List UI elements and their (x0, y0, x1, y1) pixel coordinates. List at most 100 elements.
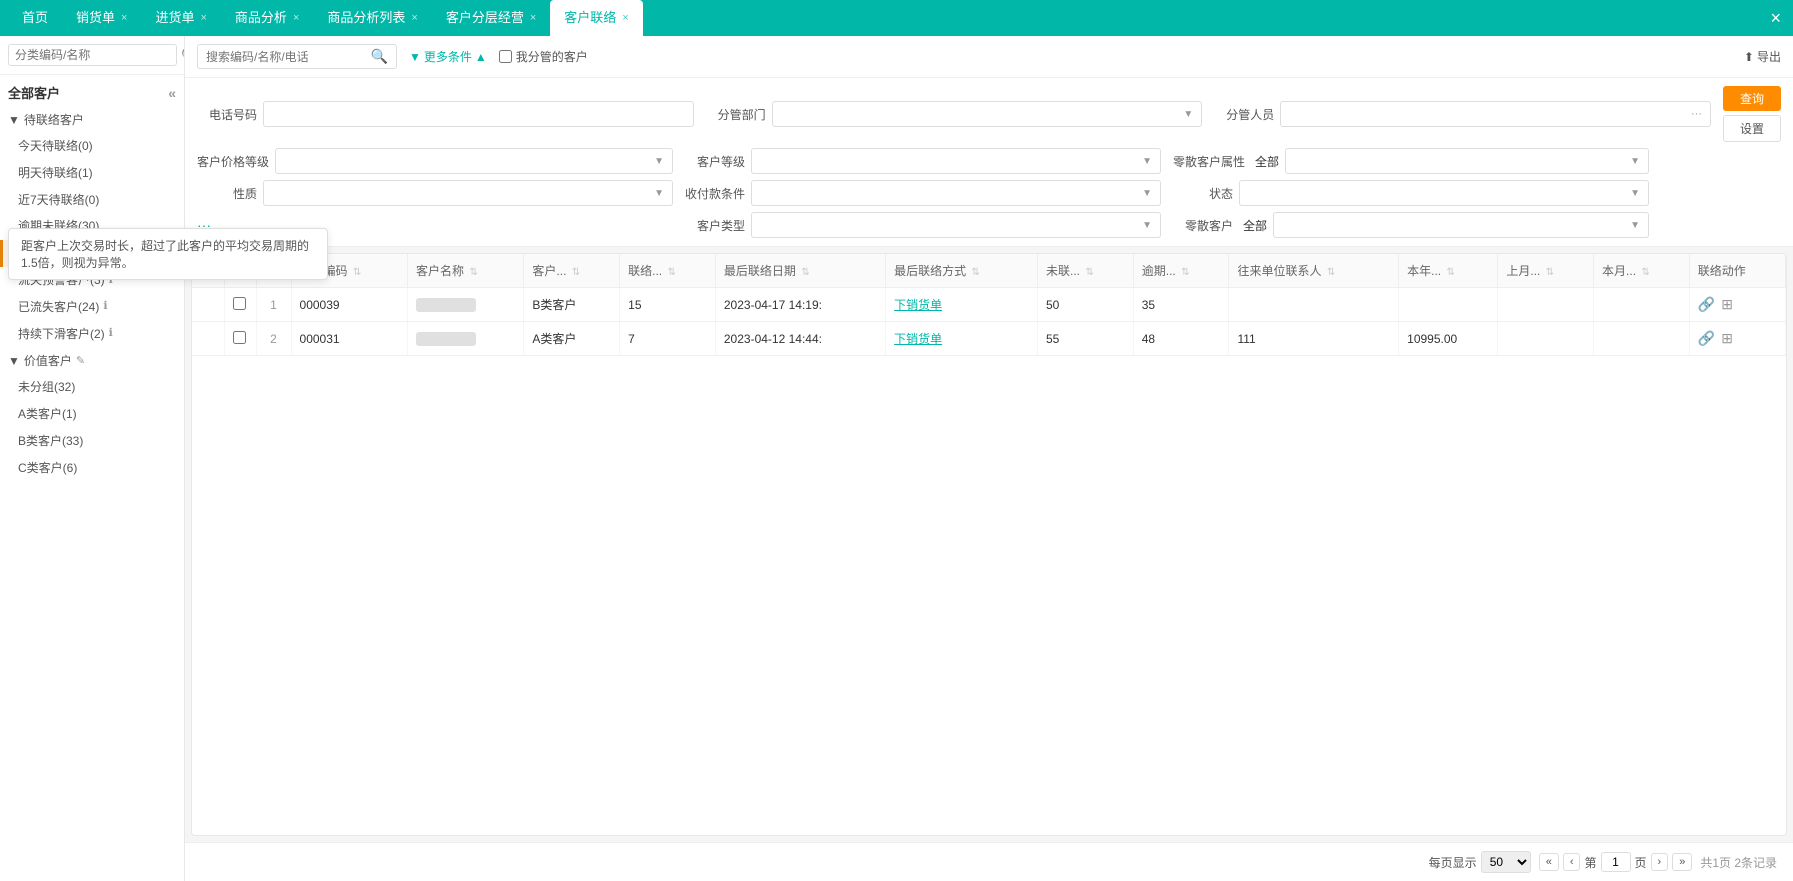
row1-name-blurred (416, 298, 476, 312)
year-sort-icon: ⇅ (1446, 267, 1454, 278)
row1-last-date: 2023-04-17 14:19: (715, 288, 885, 322)
row1-action-link-icon[interactable]: 🔗 (1698, 296, 1715, 313)
manager-select[interactable]: ··· (1280, 101, 1711, 127)
row2-actions: 🔗 ⊞ (1689, 322, 1785, 356)
row2-checkbox (224, 322, 256, 356)
price-tier-select[interactable]: ▼ (275, 148, 673, 174)
export-label: 导出 (1757, 48, 1781, 65)
sidebar-item-tomorrow-pending[interactable]: 明天待联络(1) (0, 160, 184, 187)
sidebar-item-churned[interactable]: 已流失客户(24) ℹ (0, 294, 184, 321)
tab-sales-label: 销货单 (76, 0, 115, 36)
tab-sales-close[interactable]: × (121, 0, 127, 36)
close-all-tabs-button[interactable]: × (1770, 8, 1781, 29)
tab-customer-contact[interactable]: 客户联络 × (550, 0, 642, 36)
row2-last-way-link[interactable]: 下销货单 (894, 332, 942, 346)
sidebar-item-c-class[interactable]: C类客户(6) (0, 455, 184, 482)
prev-page-button[interactable]: ‹ (1563, 853, 1581, 871)
sidebar-item-declining[interactable]: 持续下滑客户(2) ℹ (0, 321, 184, 348)
my-customer-filter: 我分管的客户 (499, 48, 588, 65)
action-buttons: 查询 设置 (1723, 86, 1781, 142)
value-group-edit-icon[interactable]: ✎ (76, 354, 85, 367)
sidebar-item-today-pending[interactable]: 今天待联络(0) (0, 133, 184, 160)
retail-customer-select[interactable]: ▼ (1273, 212, 1649, 238)
sidebar-all-customers-header: 全部客户 « (0, 75, 184, 106)
value-group-label: 价值客户 (24, 352, 72, 369)
tab-goods-list[interactable]: 商品分析列表 × (313, 0, 431, 36)
overdue-sort-icon: ⇅ (1181, 267, 1189, 278)
tab-customer-tier-label: 客户分层经营 (446, 0, 524, 36)
query-button[interactable]: 查询 (1723, 86, 1781, 111)
row1-actions: 🔗 ⊞ (1689, 288, 1785, 322)
info-icon-churned: ℹ (103, 299, 107, 314)
next-page-button[interactable]: › (1651, 853, 1669, 871)
page-suffix: 页 (1635, 854, 1647, 871)
main-search-input[interactable] (206, 50, 367, 64)
sidebar-search-input[interactable] (8, 44, 177, 66)
row2-select-checkbox[interactable] (233, 331, 246, 344)
first-page-button[interactable]: « (1539, 853, 1559, 871)
tab-customer-contact-close[interactable]: × (622, 0, 628, 36)
price-tier-field: 客户价格等级 ▼ (197, 148, 673, 174)
my-customer-checkbox[interactable] (499, 50, 512, 63)
nature-select[interactable]: ▼ (263, 180, 673, 206)
my-customer-label: 我分管的客户 (516, 48, 588, 65)
name-sort-icon: ⇅ (469, 267, 477, 278)
filter-row-1: 电话号码 分管部门 ▼ 分管人员 ··· 查询 设置 (197, 86, 1781, 142)
tab-customer-tier-close[interactable]: × (530, 0, 536, 36)
tab-purchase[interactable]: 进货单 × (141, 0, 220, 36)
row2-action-link-icon[interactable]: 🔗 (1698, 330, 1715, 347)
pending-arrow-icon: ▼ (8, 113, 20, 127)
tab-goods-analysis[interactable]: 商品分析 × (221, 0, 313, 36)
customer-type-select[interactable]: ▼ (751, 212, 1161, 238)
sidebar-item-ungrouped[interactable]: 未分组(32) (0, 374, 184, 401)
top-nav-bar: 首页 销货单 × 进货单 × 商品分析 × 商品分析列表 × 客户分层经营 × … (0, 0, 1793, 36)
sidebar-item-b-class[interactable]: B类客户(33) (0, 428, 184, 455)
phone-filter-field: 电话号码 (197, 101, 694, 127)
settings-button[interactable]: 设置 (1723, 115, 1781, 142)
main-search-icon[interactable]: 🔍 (371, 48, 388, 65)
customer-type-arrow: ▼ (1142, 220, 1152, 231)
tab-goods-list-close[interactable]: × (411, 0, 417, 36)
row2-gear (192, 322, 224, 356)
manager-filter-field: 分管人员 ··· (1214, 101, 1711, 127)
lastmonth-sort-icon: ⇅ (1546, 267, 1554, 278)
row1-last-way-link[interactable]: 下销货单 (894, 298, 942, 312)
tab-home[interactable]: 首页 (8, 0, 62, 36)
per-page-select[interactable]: 50 100 200 (1481, 851, 1531, 873)
tab-customer-tier[interactable]: 客户分层经营 × (432, 0, 550, 36)
sidebar-item-week-pending[interactable]: 近7天待联络(0) (0, 187, 184, 214)
table-row: 2 000031 A类客户 7 2023-04-12 14:44: 下销货单 5… (192, 322, 1786, 356)
tab-goods-list-label: 商品分析列表 (327, 0, 405, 36)
dept-select[interactable]: ▼ (772, 101, 1203, 127)
status-select[interactable]: ▼ (1239, 180, 1649, 206)
customer-tier-arrow: ▼ (1142, 156, 1152, 167)
page-input[interactable] (1601, 852, 1631, 872)
row1-action-grid-icon[interactable]: ⊞ (1721, 296, 1733, 313)
phone-input[interactable] (263, 101, 694, 127)
row2-this-month (1594, 322, 1690, 356)
tab-purchase-close[interactable]: × (200, 0, 206, 36)
sidebar-value-group[interactable]: ▼ 价值客户 ✎ (0, 347, 184, 374)
tab-goods-analysis-close[interactable]: × (293, 0, 299, 36)
last-page-button[interactable]: » (1672, 853, 1692, 871)
sidebar-pending-group[interactable]: ▼ 待联络客户 (0, 106, 184, 133)
col-this-year: 本年... ⇅ (1399, 254, 1498, 288)
filter-row-2: 客户价格等级 ▼ 客户等级 ▼ 零散客户属性 全部 ▼ (197, 148, 1781, 174)
retail-customer-label: 零散客户 (1173, 217, 1233, 234)
retail-attr-select[interactable]: ▼ (1285, 148, 1649, 174)
more-filters-button[interactable]: ▼ 更多条件 ▲ (409, 48, 487, 65)
status-label: 状态 (1173, 185, 1233, 202)
sidebar-collapse-button[interactable]: « (168, 85, 176, 101)
row2-index: 2 (256, 322, 291, 356)
customer-tier-select[interactable]: ▼ (751, 148, 1161, 174)
export-button[interactable]: ⬆ 导出 (1744, 48, 1781, 65)
sidebar-item-a-class[interactable]: A类客户(1) (0, 401, 184, 428)
payment-select[interactable]: ▼ (751, 180, 1161, 206)
table-row: 1 000039 B类客户 15 2023-04-17 14:19: 下销货单 … (192, 288, 1786, 322)
nature-label: 性质 (197, 185, 257, 202)
row2-pending: 55 (1038, 322, 1134, 356)
row1-select-checkbox[interactable] (233, 297, 246, 310)
contact-sort-icon: ⇅ (667, 267, 675, 278)
row2-action-grid-icon[interactable]: ⊞ (1721, 330, 1733, 347)
tab-sales[interactable]: 销货单 × (62, 0, 141, 36)
